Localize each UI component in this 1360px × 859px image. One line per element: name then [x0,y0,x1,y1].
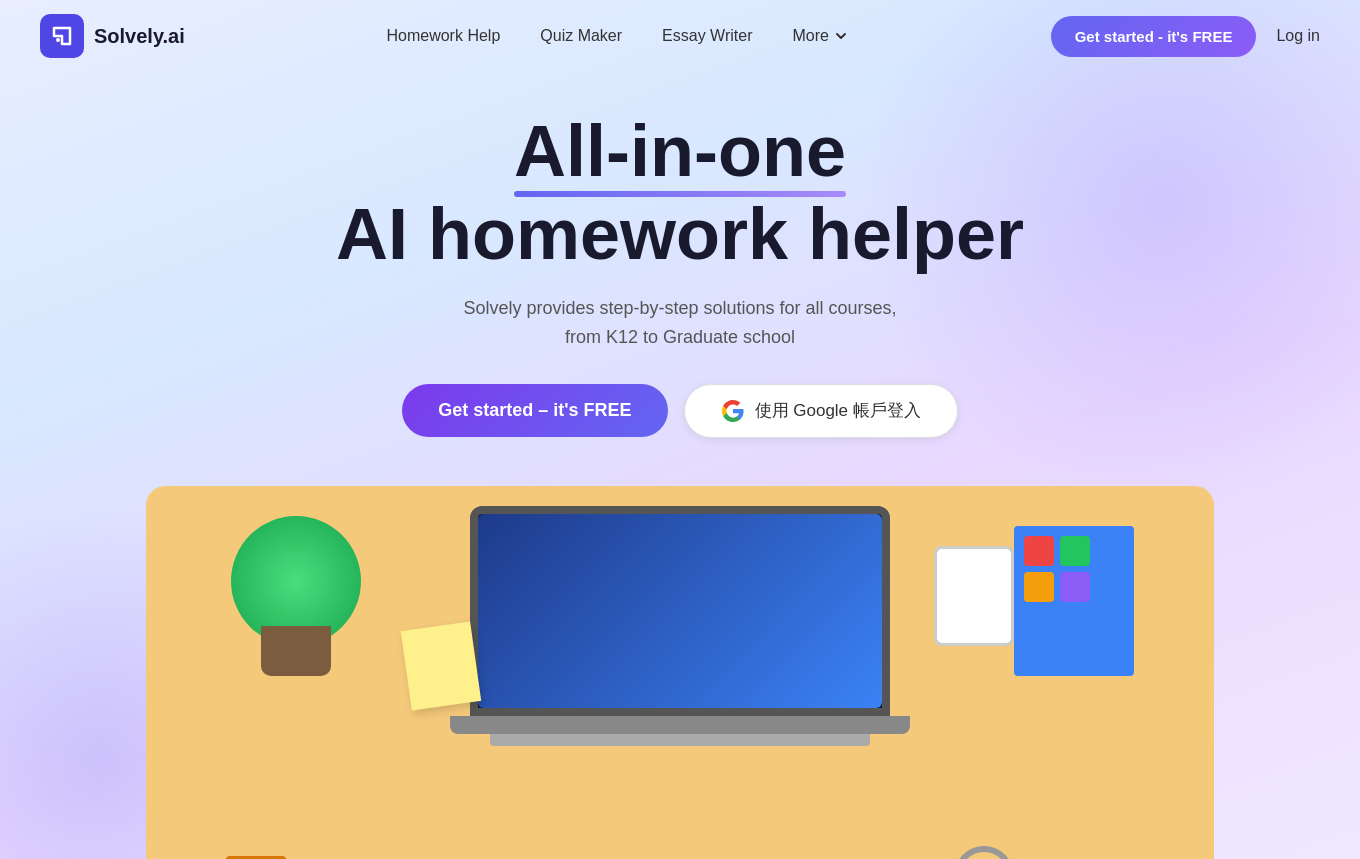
navbar: Solvely.ai Homework Help Quiz Maker Essa… [0,0,1360,72]
hero-cta-button[interactable]: Get started – it's FREE [402,384,667,437]
nav-link-more[interactable]: More [792,27,848,45]
laptop-decoration [470,506,890,766]
laptop-base [450,716,910,734]
laptop-screen-inner [478,514,882,708]
chevron-down-icon [833,28,849,44]
hero-section: All-in-one AI homework helper Solvely pr… [0,72,1360,859]
google-icon [721,399,745,423]
laptop-screen [470,506,890,716]
logo-icon [40,14,84,58]
nav-cta-button[interactable]: Get started - it's FREE [1051,16,1257,57]
nav-link-homework-help[interactable]: Homework Help [386,27,500,45]
logo-text: Solvely.ai [94,25,185,48]
earphones-decoration [954,846,1014,859]
hero-title-line2: AI homework helper [336,195,1024,274]
plant-decoration [226,516,366,676]
login-link[interactable]: Log in [1276,27,1320,45]
hero-buttons: Get started – it's FREE 使用 Google 帳戶登入 [402,384,958,438]
svg-point-0 [56,38,60,42]
hero-title-line1: All-in-one [514,112,846,191]
nav-link-quiz-maker[interactable]: Quiz Maker [540,27,622,45]
nav-actions: Get started - it's FREE Log in [1051,16,1320,57]
plant-pot [261,626,331,676]
sticky-note-decoration [401,621,481,710]
google-signin-button[interactable]: 使用 Google 帳戶登入 [684,384,958,438]
desk-scene: Struggling with homework? [146,486,1214,859]
hero-description: Solvely provides step-by-step solutions … [463,294,896,352]
nav-link-essay-writer[interactable]: Essay Writer [662,27,752,45]
laptop-keyboard [490,734,870,746]
logo[interactable]: Solvely.ai [40,14,185,58]
hero-image: Struggling with homework? [146,486,1214,859]
tablet-decoration [934,546,1014,646]
notebook-decoration [1014,526,1134,676]
nav-links: Homework Help Quiz Maker Essay Writer Mo… [386,27,848,45]
